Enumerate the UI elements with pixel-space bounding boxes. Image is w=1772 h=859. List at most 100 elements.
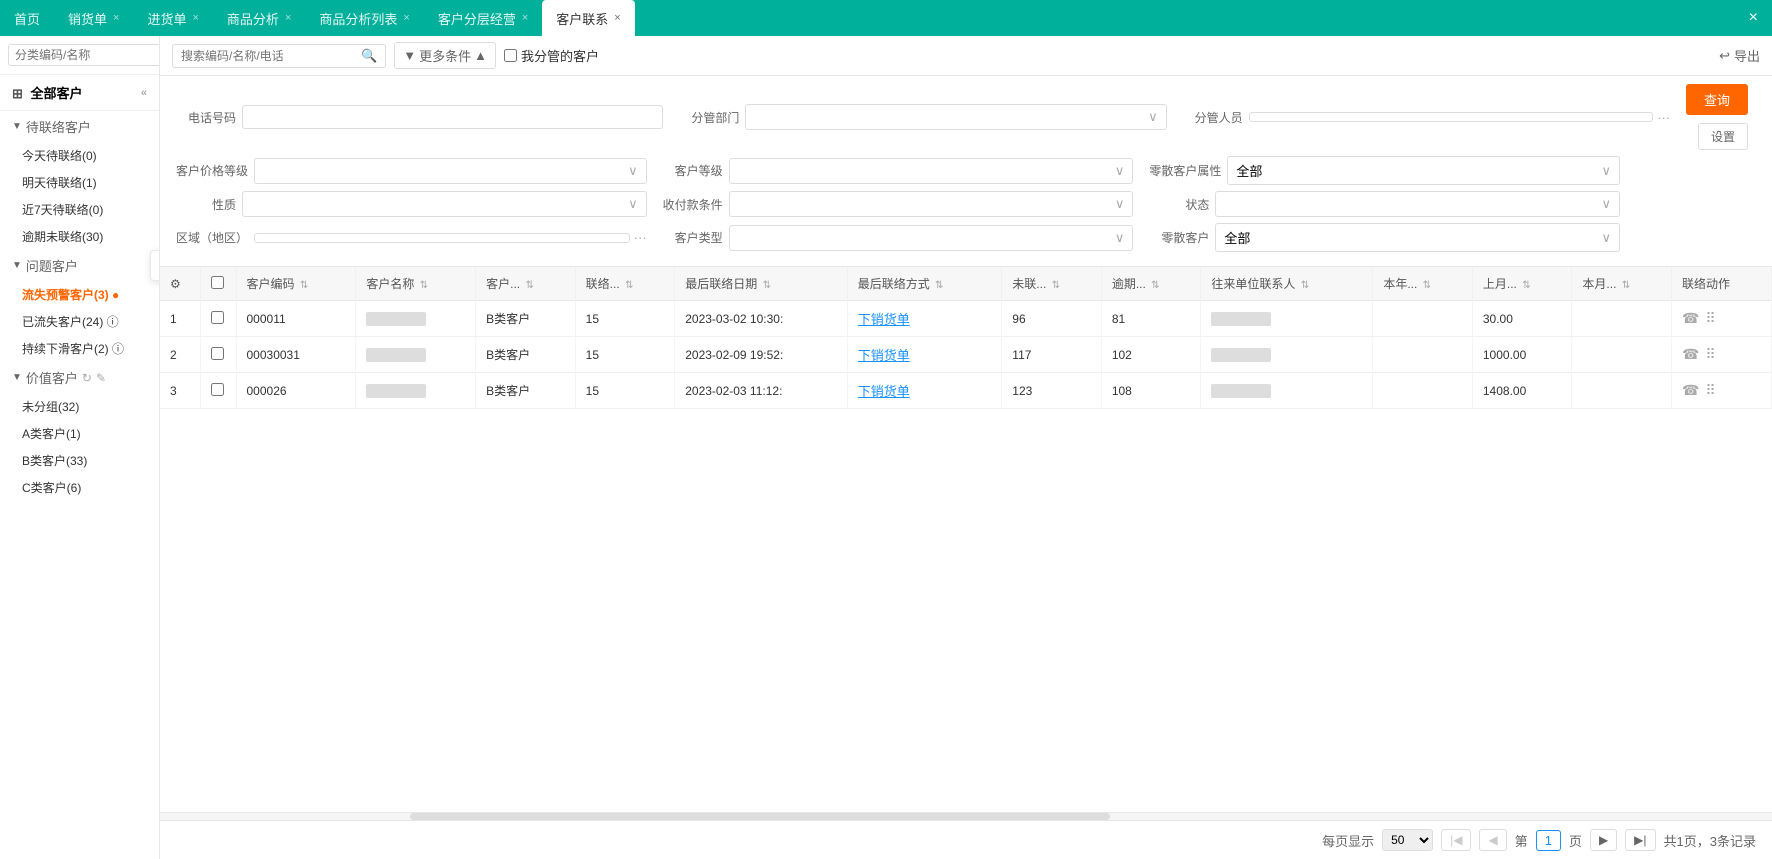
sidebar-item-declining[interactable]: 持续下滑客户(2) ⓘ: [0, 335, 159, 362]
tab-sales-order[interactable]: 销货单 ×: [54, 0, 133, 36]
filter-zero-customer-field: 零散客户 全部 ∨: [1149, 223, 1620, 252]
tab-product-analysis-list[interactable]: 商品分析列表 ×: [305, 0, 423, 36]
sidebar-item-7day-contact[interactable]: 近7天待联络(0): [0, 196, 159, 223]
tab-customer-contact[interactable]: 客户联系 ×: [542, 0, 634, 36]
more-action-icon[interactable]: ⠿: [1705, 310, 1715, 327]
first-page-btn[interactable]: |◀: [1441, 829, 1471, 851]
sidebar-search-input[interactable]: [8, 44, 160, 66]
sidebar-item-class-b[interactable]: B类客户(33): [0, 447, 159, 474]
row-checkbox[interactable]: [211, 383, 224, 396]
sidebar-item-churned[interactable]: 已流失客户(24) ⓘ: [0, 308, 159, 335]
main-search-icon[interactable]: 🔍: [361, 48, 377, 64]
th-name[interactable]: 客户名称 ⇅: [356, 267, 476, 301]
tab-close-sales-order[interactable]: ×: [113, 12, 119, 24]
row-checkbox[interactable]: [211, 347, 224, 360]
contact-method-link[interactable]: 下销货单: [858, 348, 910, 363]
tab-product-analysis[interactable]: 商品分析 ×: [213, 0, 305, 36]
th-contact-person[interactable]: 往来单位联系人 ⇅: [1201, 267, 1373, 301]
last-page-btn[interactable]: ▶|: [1625, 829, 1655, 851]
sidebar-item-class-a[interactable]: A类客户(1): [0, 420, 159, 447]
cell-last-method[interactable]: 下销货单: [847, 373, 1002, 409]
contact-action-icon[interactable]: ☎: [1682, 382, 1699, 399]
main-search-input[interactable]: [181, 49, 361, 63]
tab-home[interactable]: 首页: [0, 0, 54, 36]
cell-overdue: 102: [1101, 337, 1201, 373]
cell-checkbox[interactable]: [200, 373, 236, 409]
nature-select[interactable]: ∨: [242, 191, 647, 217]
customer-level-select[interactable]: ∨: [729, 158, 1134, 184]
tab-close-product-analysis[interactable]: ×: [285, 12, 291, 24]
person-dots-icon[interactable]: ···: [1657, 110, 1670, 125]
phone-input[interactable]: [242, 105, 663, 129]
th-code[interactable]: 客户编码 ⇅: [236, 267, 356, 301]
query-button[interactable]: 查询: [1686, 84, 1748, 115]
sidebar-item-churn-warning[interactable]: 流失预警客户(3) ●: [0, 281, 159, 308]
sidebar-item-class-c[interactable]: C类客户(6): [0, 474, 159, 501]
cell-checkbox[interactable]: [200, 337, 236, 373]
th-this-month[interactable]: 本月... ⇅: [1572, 267, 1672, 301]
cell-last-method[interactable]: 下销货单: [847, 301, 1002, 337]
tab-close-product-analysis-list[interactable]: ×: [403, 12, 409, 24]
table-row: 3 000026 ████████ B类客户 15 2023-02-03 11:…: [160, 373, 1772, 409]
per-page-select[interactable]: 50 100 200: [1382, 829, 1433, 851]
th-settings[interactable]: ⚙: [160, 267, 200, 301]
edit-icon[interactable]: ✎: [96, 371, 106, 385]
sidebar-group-pending[interactable]: ▼ 待联络客户: [0, 111, 159, 142]
th-last-month[interactable]: 上月... ⇅: [1472, 267, 1572, 301]
close-all-tabs[interactable]: ×: [1749, 9, 1772, 27]
customer-type-select[interactable]: ∨: [729, 225, 1134, 251]
zero-attr-select[interactable]: 全部 ∨: [1227, 156, 1620, 185]
contact-method-link[interactable]: 下销货单: [858, 312, 910, 327]
cell-last-method[interactable]: 下销货单: [847, 337, 1002, 373]
price-level-select[interactable]: ∨: [254, 158, 647, 184]
sidebar-group-value[interactable]: ▼ 价值客户 ↻ ✎: [0, 362, 159, 393]
person-select[interactable]: [1249, 112, 1653, 122]
next-page-btn[interactable]: ▶: [1590, 829, 1617, 851]
sidebar-item-tomorrow-contact[interactable]: 明天待联络(1): [0, 169, 159, 196]
scrollbar-thumb[interactable]: [410, 813, 1110, 820]
tab-customer-tier[interactable]: 客户分层经营 ×: [424, 0, 542, 36]
sidebar-item-today-contact[interactable]: 今天待联络(0): [0, 142, 159, 169]
cell-checkbox[interactable]: [200, 301, 236, 337]
tab-close-customer-contact[interactable]: ×: [614, 12, 620, 24]
row-checkbox[interactable]: [211, 311, 224, 324]
cell-type: B类客户: [476, 373, 576, 409]
tab-close-purchase-order[interactable]: ×: [192, 12, 198, 24]
th-last-contact-date[interactable]: 最后联络日期 ⇅: [675, 267, 847, 301]
contact-method-link[interactable]: 下销货单: [858, 384, 910, 399]
sidebar-item-overdue-contact[interactable]: 逾期未联络(30): [0, 223, 159, 250]
horizontal-scrollbar[interactable]: [160, 812, 1772, 820]
contact-action-icon[interactable]: ☎: [1682, 310, 1699, 327]
my-customers-checkbox[interactable]: [504, 49, 517, 62]
zero-customer-select[interactable]: 全部 ∨: [1215, 223, 1620, 252]
sidebar-all-customers[interactable]: ⊞ 全部客户 «: [0, 75, 159, 111]
region-select[interactable]: [254, 233, 630, 243]
prev-page-btn[interactable]: ◀: [1479, 829, 1506, 851]
sort-lastmonth-icon: ⇅: [1522, 280, 1530, 291]
more-action-icon[interactable]: ⠿: [1705, 382, 1715, 399]
dept-select[interactable]: ∨: [745, 104, 1166, 130]
th-checkbox[interactable]: [200, 267, 236, 301]
sidebar-item-ungrouped[interactable]: 未分组(32): [0, 393, 159, 420]
select-all-checkbox[interactable]: [211, 276, 224, 289]
more-conditions-btn[interactable]: ▼ 更多条件 ▲: [394, 42, 496, 69]
sidebar-group-problem[interactable]: ▼ 问题客户 90天未交易的客户，可能有流失风险。: [0, 250, 159, 281]
more-action-icon[interactable]: ⠿: [1705, 346, 1715, 363]
th-no-contact[interactable]: 未联... ⇅: [1002, 267, 1102, 301]
cell-last-month: 30.00: [1472, 301, 1572, 337]
status-select[interactable]: ∨: [1215, 191, 1620, 217]
my-customers-checkbox-label[interactable]: 我分管的客户: [504, 46, 599, 65]
contact-action-icon[interactable]: ☎: [1682, 346, 1699, 363]
payment-select[interactable]: ∨: [729, 191, 1134, 217]
export-btn[interactable]: ↩ 导出: [1719, 46, 1760, 65]
tab-close-customer-tier[interactable]: ×: [522, 12, 528, 24]
refresh-icon[interactable]: ↻: [82, 371, 92, 385]
th-contact-count[interactable]: 联络... ⇅: [575, 267, 675, 301]
region-dots-icon[interactable]: ···: [634, 230, 647, 245]
tab-purchase-order[interactable]: 进货单 ×: [133, 0, 212, 36]
th-overdue[interactable]: 逾期... ⇅: [1101, 267, 1201, 301]
th-type[interactable]: 客户... ⇅: [476, 267, 576, 301]
settings-button[interactable]: 设置: [1698, 123, 1748, 150]
th-last-contact-method[interactable]: 最后联络方式 ⇅: [847, 267, 1002, 301]
th-this-year[interactable]: 本年... ⇅: [1373, 267, 1473, 301]
